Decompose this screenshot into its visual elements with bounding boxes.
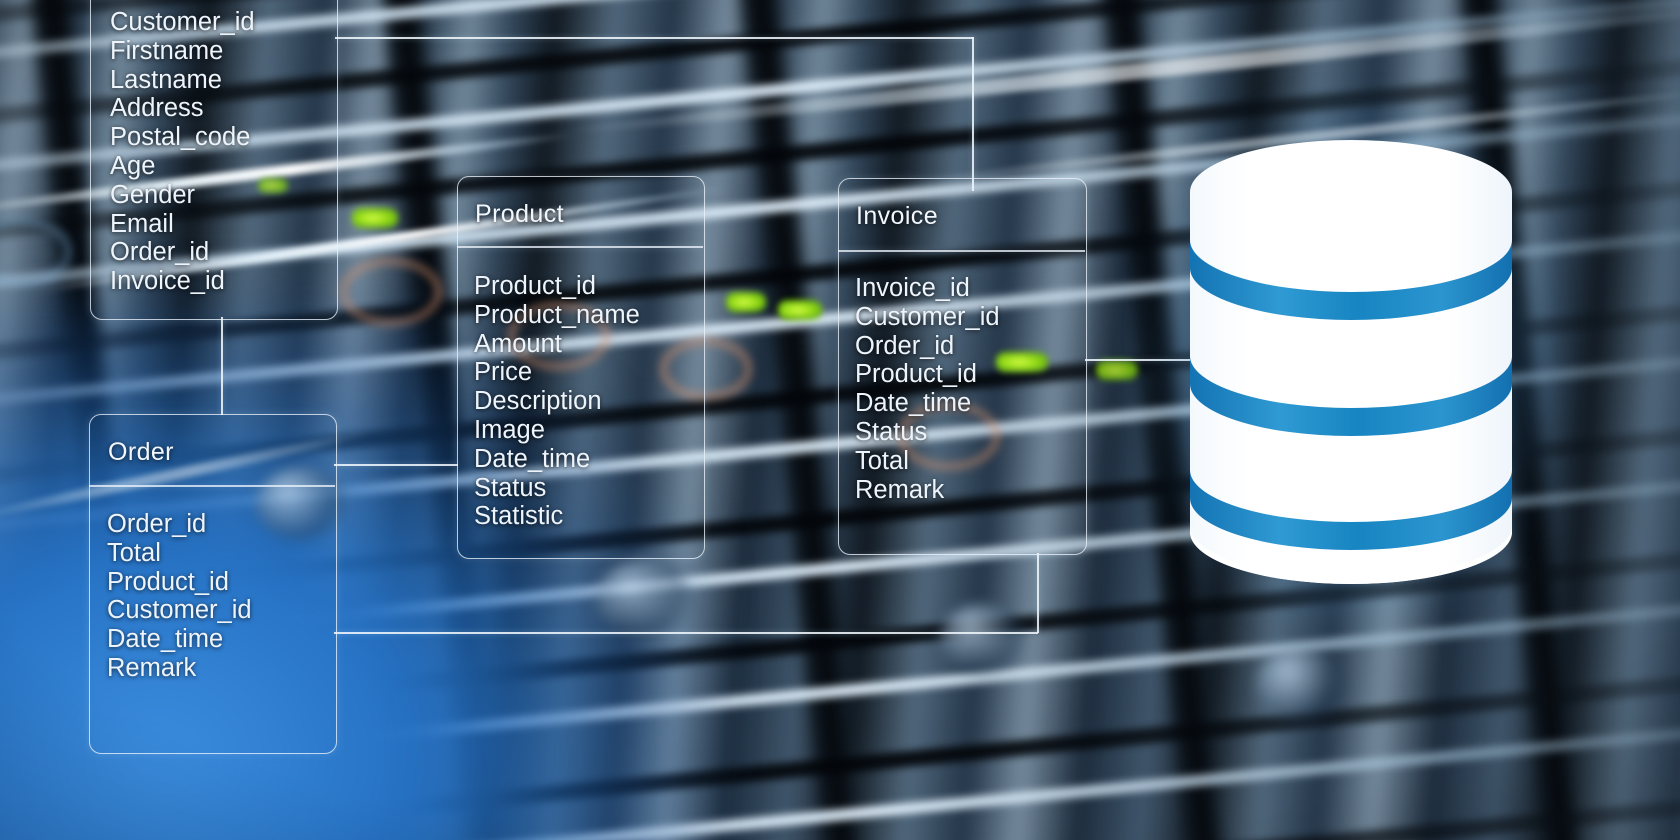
entity-product-separator — [457, 246, 703, 248]
field-item: Amount — [474, 329, 562, 358]
field-item: Order_id — [855, 331, 955, 360]
entity-invoice-fields: Invoice_id Customer_id Order_id Product_… — [855, 274, 1000, 504]
database-icon-wrapper[interactable] — [1144, 94, 1558, 630]
entity-product-fields: Product_id Product_name Amount Price Des… — [474, 272, 640, 531]
field-item: Postal_code — [110, 123, 251, 152]
field-item: Date_time — [474, 444, 591, 473]
field-item: Product_id — [107, 567, 229, 596]
er-diagram-screenshot: Customer_id Firstname Lastname Address P… — [0, 0, 1680, 840]
entity-invoice-separator — [838, 250, 1085, 252]
field-item: Product_id — [474, 272, 596, 300]
field-item: Lastname — [110, 65, 222, 94]
field-item: Date_time — [107, 625, 224, 654]
field-item: Customer_id — [110, 8, 255, 36]
entity-invoice-title: Invoice — [856, 202, 939, 230]
field-item: Order_id — [107, 510, 207, 538]
entity-product-title: Product — [475, 200, 564, 228]
field-item: Firstname — [110, 36, 224, 65]
field-item: Remark — [107, 653, 197, 682]
field-item: Total — [107, 538, 161, 567]
entity-order-title: Order — [108, 438, 174, 466]
entity-order-separator — [89, 485, 335, 487]
entity-customer-fields: Customer_id Firstname Lastname Address P… — [110, 8, 255, 296]
field-item: Status — [474, 473, 547, 502]
field-item: Customer_id — [107, 596, 252, 625]
field-item: Product_name — [474, 300, 640, 329]
field-item: Status — [855, 417, 928, 446]
field-item: Gender — [110, 180, 196, 209]
field-item: Email — [110, 209, 174, 238]
field-item: Total — [855, 446, 909, 475]
field-item: Address — [110, 94, 204, 123]
field-item: Description — [474, 387, 602, 416]
entity-order-fields: Order_id Total Product_id Customer_id Da… — [107, 510, 252, 683]
field-item: Invoice_id — [855, 274, 970, 302]
field-item: Product_id — [855, 360, 977, 389]
field-item: Invoice_id — [110, 267, 225, 296]
field-item: Image — [474, 415, 545, 444]
database-cylinder-icon — [1190, 140, 1512, 584]
field-item: Date_time — [855, 389, 972, 418]
field-item: Statistic — [474, 502, 564, 531]
field-item: Order_id — [110, 238, 210, 267]
field-item: Remark — [855, 475, 945, 504]
field-item: Customer_id — [855, 302, 1000, 331]
field-item: Price — [474, 358, 533, 387]
field-item: Age — [110, 151, 156, 180]
